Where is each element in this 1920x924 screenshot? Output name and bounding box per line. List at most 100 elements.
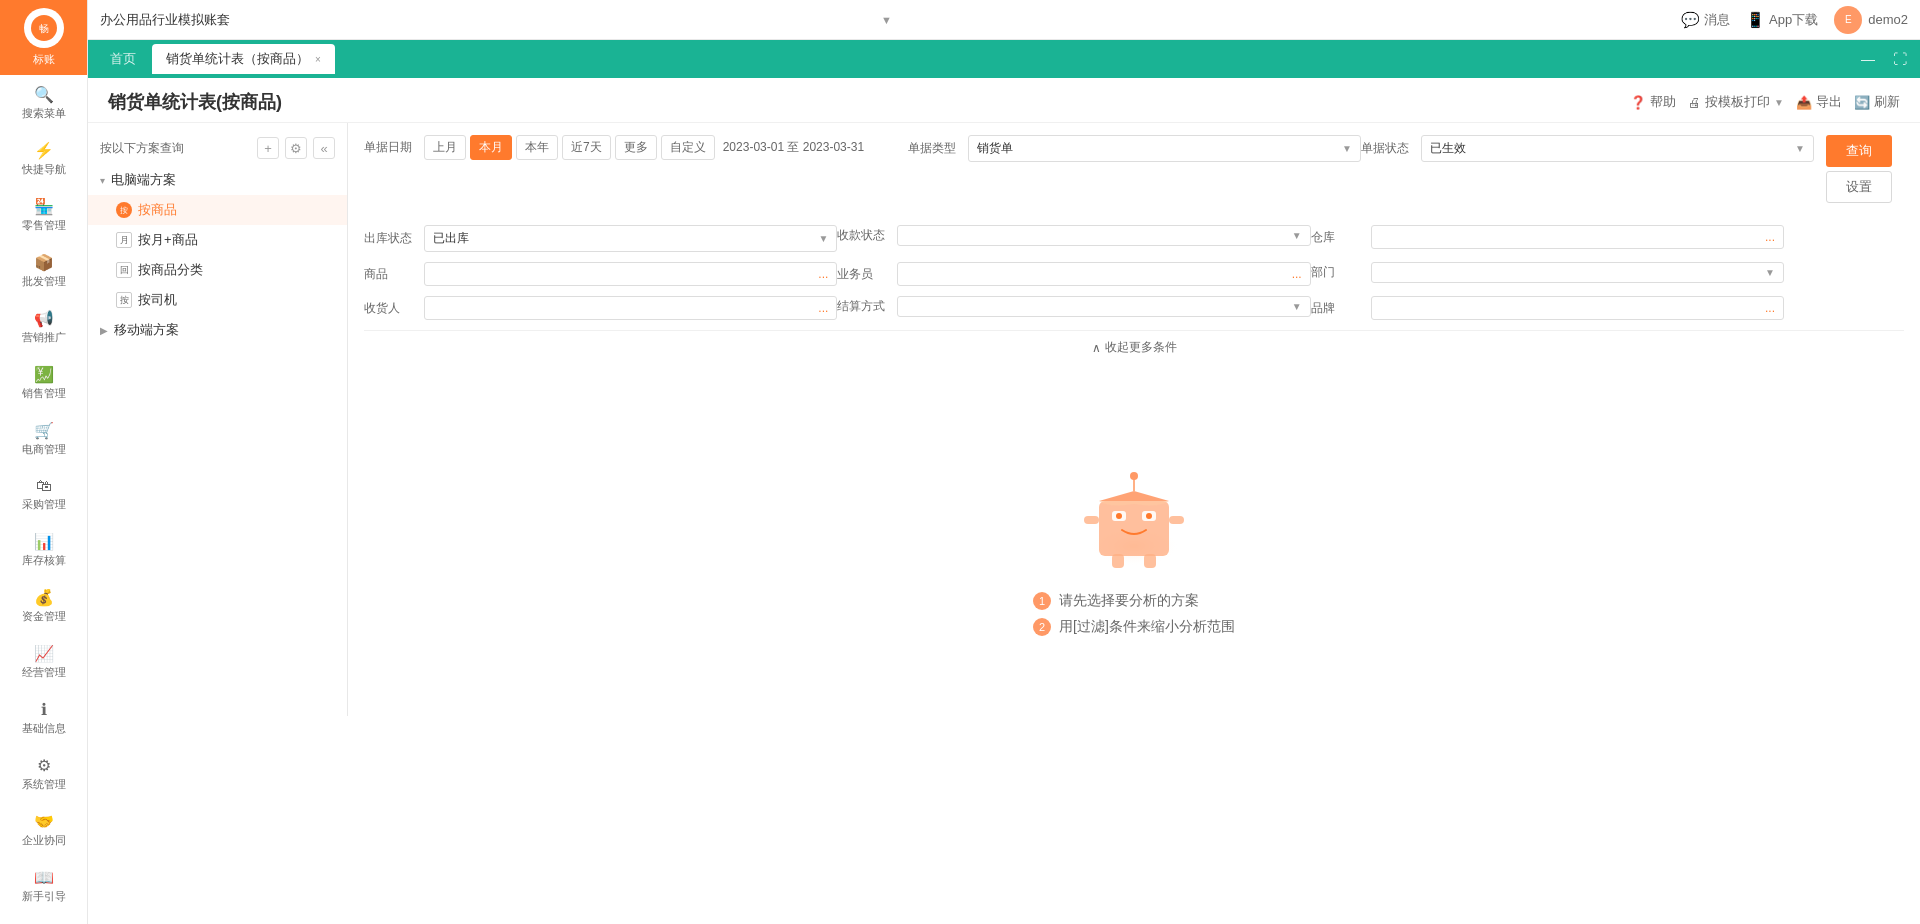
settlement-select[interactable]: ▼	[897, 296, 1310, 317]
menu-icon-8: 📊	[34, 532, 54, 551]
sidebar-item-5[interactable]: 💹销售管理	[18, 355, 70, 411]
tree-item-by-month-goods[interactable]: 月 按月+商品	[88, 225, 347, 255]
recv-status-label: 收款状态	[837, 227, 897, 244]
help-action[interactable]: ❓ 帮助	[1630, 93, 1676, 111]
topbar-title-dropdown[interactable]: ▼	[881, 14, 892, 26]
user-name: demo2	[1868, 12, 1908, 27]
menu-label-13: 企业协同	[22, 833, 66, 848]
brand-select[interactable]: ...	[1371, 296, 1784, 320]
tree-item-by-driver[interactable]: 按 按司机	[88, 285, 347, 315]
date-custom-btn[interactable]: 自定义	[661, 135, 715, 160]
menu-icon-6: 🛒	[34, 421, 54, 440]
goods-dots[interactable]: ...	[818, 267, 828, 281]
user-info[interactable]: E demo2	[1834, 6, 1908, 34]
collapse-label: 收起更多条件	[1105, 339, 1177, 356]
message-action[interactable]: 💬 消息	[1681, 11, 1730, 29]
menu-label-10: 经营管理	[22, 665, 66, 680]
menu-icon-1: ⚡	[34, 141, 54, 160]
svg-point-13	[1130, 472, 1138, 480]
filter-panel: 单据日期 上月 本月 本年 近7天 更多 自定义	[348, 123, 1920, 376]
menu-label-5: 销售管理	[22, 386, 66, 401]
menu-label-7: 采购管理	[22, 497, 66, 512]
tab-close-btn[interactable]: ×	[315, 54, 321, 65]
sidebar-item-13[interactable]: 🤝企业协同	[18, 802, 70, 858]
doc-status-select[interactable]: 已生效 ▼	[1421, 135, 1814, 162]
app-download-action[interactable]: 📱 App下载	[1746, 11, 1818, 29]
goods-select[interactable]: ...	[424, 262, 837, 286]
filter-row-2: 出库状态 已出库 ▼ 收款状态 ▼	[364, 225, 1904, 252]
filter-group-date: 单据日期 上月 本月 本年 近7天 更多 自定义	[364, 135, 908, 160]
sidebar-item-1[interactable]: ⚡快捷导航	[18, 131, 70, 187]
filter-group-goods: 商品 ...	[364, 262, 837, 286]
out-status-select[interactable]: 已出库 ▼	[424, 225, 837, 252]
brand-label: 品牌	[1311, 300, 1371, 317]
sidebar-item-6[interactable]: 🛒电商管理	[18, 411, 70, 467]
sidebar-item-15[interactable]: 🔲应用中心	[18, 914, 70, 924]
print-action[interactable]: 🖨 按模板打印 ▼	[1688, 93, 1784, 111]
print-dropdown-icon[interactable]: ▼	[1774, 97, 1784, 108]
dept-select[interactable]: ▼	[1371, 262, 1784, 283]
sidebar-item-8[interactable]: 📊库存核算	[18, 522, 70, 578]
tab-active[interactable]: 销货单统计表（按商品） ×	[152, 44, 335, 74]
brand-dots[interactable]: ...	[1765, 301, 1775, 315]
recv-status-select[interactable]: ▼	[897, 225, 1310, 246]
date-7days-btn[interactable]: 近7天	[562, 135, 611, 160]
tree-item-by-category[interactable]: 回 按商品分类	[88, 255, 347, 285]
collapse-icon: ∧	[1092, 341, 1101, 355]
menu-label-9: 资金管理	[22, 609, 66, 624]
tree-item-by-goods[interactable]: 按 按商品	[88, 195, 347, 225]
sidebar: 畅 标账 🔍搜索菜单⚡快捷导航🏪零售管理📦批发管理📢营销推广💹销售管理🛒电商管理…	[0, 0, 88, 924]
tab-maximize-btn[interactable]: ⛶	[1888, 47, 1912, 71]
tab-home[interactable]: 首页	[96, 44, 150, 74]
query-actions: 查询 设置	[1814, 135, 1904, 215]
add-scheme-btn[interactable]: +	[257, 137, 279, 159]
sidebar-item-7[interactable]: 🛍采购管理	[18, 467, 70, 522]
doc-type-select[interactable]: 销货单 ▼	[968, 135, 1361, 162]
full-content: 按以下方案查询 + ⚙ « ▾ 电脑端方案	[88, 123, 1920, 716]
tree-group-desktop-header[interactable]: ▾ 电脑端方案	[88, 165, 347, 195]
export-label: 导出	[1816, 93, 1842, 111]
sidebar-item-4[interactable]: 📢营销推广	[18, 299, 70, 355]
receiver-select[interactable]: ...	[424, 296, 837, 320]
sidebar-item-11[interactable]: ℹ基础信息	[18, 690, 70, 746]
date-label: 单据日期	[364, 139, 424, 156]
sidebar-item-10[interactable]: 📈经营管理	[18, 634, 70, 690]
logo-area[interactable]: 畅 标账	[0, 0, 87, 75]
collapse-bar[interactable]: ∧ 收起更多条件	[364, 330, 1904, 364]
sidebar-item-14[interactable]: 📖新手引导	[18, 858, 70, 914]
dept-arrow: ▼	[1765, 267, 1775, 278]
sidebar-item-9[interactable]: 💰资金管理	[18, 578, 70, 634]
date-cur-btn[interactable]: 本月	[470, 135, 512, 160]
tab-minimize-btn[interactable]: —	[1856, 47, 1880, 71]
date-year-btn[interactable]: 本年	[516, 135, 558, 160]
tree-group-mobile-header[interactable]: ▶ 移动端方案	[88, 315, 347, 345]
query-btn[interactable]: 查询	[1826, 135, 1892, 167]
sidebar-item-12[interactable]: ⚙系统管理	[18, 746, 70, 802]
salesman-dots[interactable]: ...	[1292, 267, 1302, 281]
menu-icon-14: 📖	[34, 868, 54, 887]
svg-rect-10	[1112, 554, 1124, 568]
refresh-action[interactable]: 🔄 刷新	[1854, 93, 1900, 111]
collapse-panel-btn[interactable]: «	[313, 137, 335, 159]
main-area: 办公用品行业模拟账套 ▼ 💬 消息 📱 App下载 E demo2 首页	[88, 0, 1920, 924]
menu-icon-2: 🏪	[34, 197, 54, 216]
sidebar-menu-container: 🔍搜索菜单⚡快捷导航🏪零售管理📦批发管理📢营销推广💹销售管理🛒电商管理🛍采购管理…	[18, 75, 70, 924]
filter-group-brand: 品牌 ...	[1311, 296, 1784, 320]
setting-btn[interactable]: 设置	[1826, 171, 1892, 203]
date-more-btn[interactable]: 更多	[615, 135, 657, 160]
export-action[interactable]: 📤 导出	[1796, 93, 1842, 111]
sidebar-item-0[interactable]: 🔍搜索菜单	[18, 75, 70, 131]
topbar-actions: 💬 消息 📱 App下载 E demo2	[1681, 6, 1908, 34]
right-area: 单据日期 上月 本月 本年 近7天 更多 自定义	[348, 123, 1920, 716]
receiver-dots[interactable]: ...	[818, 301, 828, 315]
salesman-label: 业务员	[837, 266, 897, 283]
sidebar-item-2[interactable]: 🏪零售管理	[18, 187, 70, 243]
salesman-select[interactable]: ...	[897, 262, 1310, 286]
settings-scheme-btn[interactable]: ⚙	[285, 137, 307, 159]
warehouse-label: 仓库	[1311, 229, 1371, 246]
warehouse-dots[interactable]: ...	[1765, 230, 1775, 244]
sidebar-item-3[interactable]: 📦批发管理	[18, 243, 70, 299]
filter-group-recv-status: 收款状态 ▼	[837, 225, 1310, 246]
warehouse-select[interactable]: ...	[1371, 225, 1784, 249]
date-prev-btn[interactable]: 上月	[424, 135, 466, 160]
